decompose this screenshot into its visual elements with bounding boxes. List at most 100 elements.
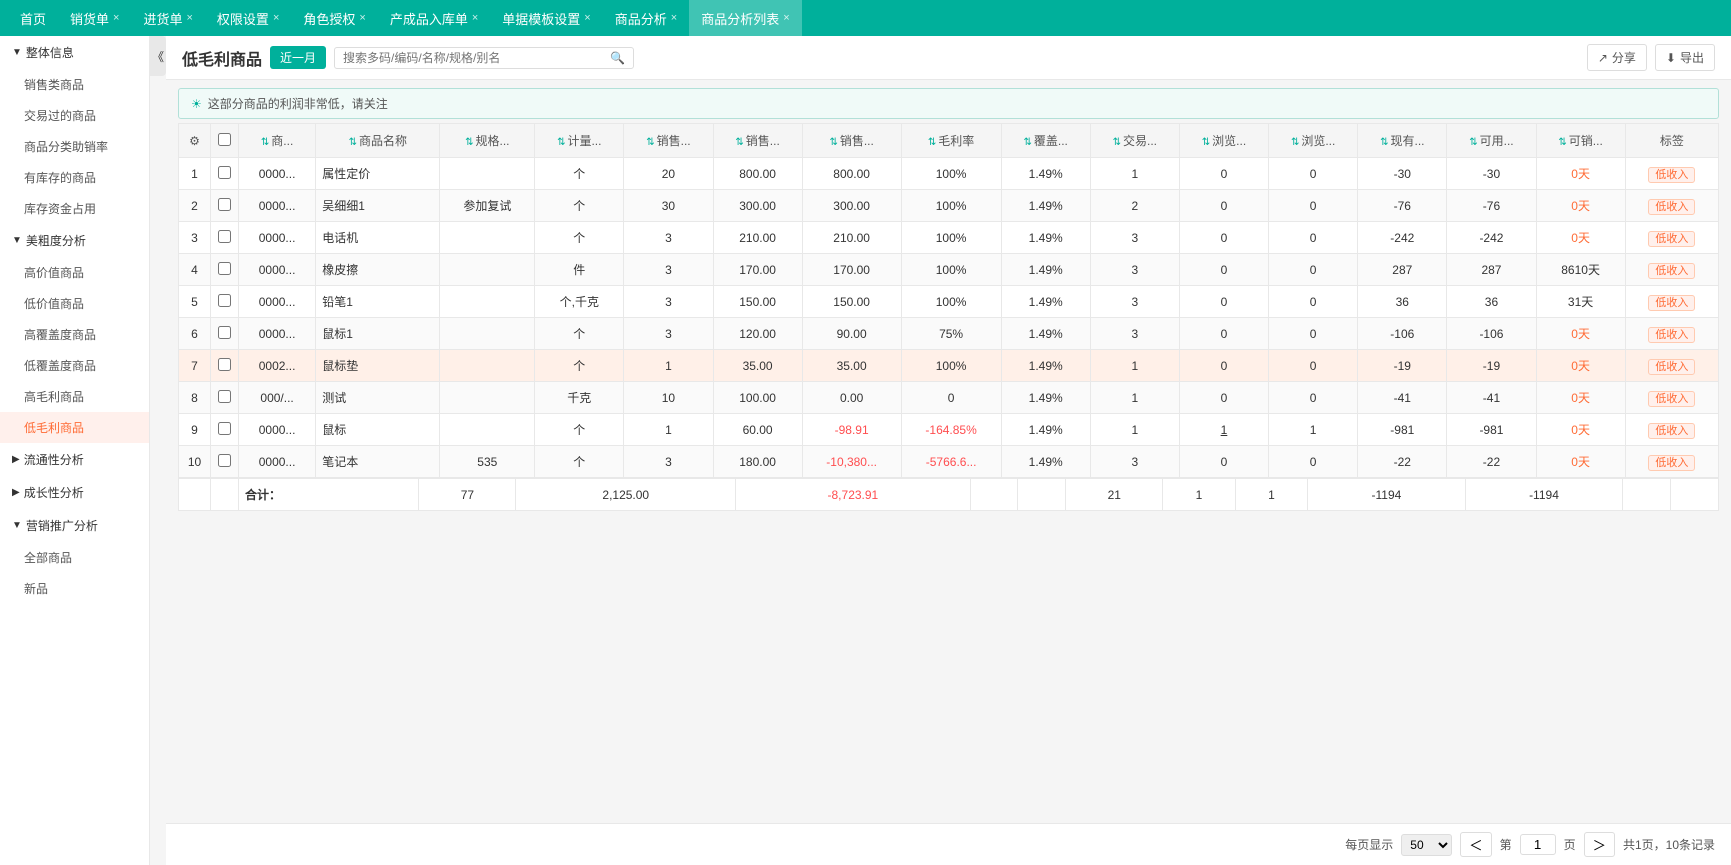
col-available[interactable]: ⇅可用...: [1447, 124, 1536, 158]
row-checkbox[interactable]: [211, 382, 239, 414]
sidebar-group-marketing[interactable]: ▼ 营销推广分析: [0, 509, 149, 542]
col-browse1[interactable]: ⇅浏览...: [1179, 124, 1268, 158]
sidebar-item-new-goods[interactable]: 新品: [0, 573, 149, 604]
sidebar-collapse-btn[interactable]: 《: [150, 36, 166, 76]
row-sales-qty: 3: [624, 222, 713, 254]
row-select-checkbox[interactable]: [218, 390, 231, 403]
nav-goods-analysis-close[interactable]: ×: [671, 12, 677, 24]
row-unit: 件: [535, 254, 624, 286]
sidebar-group-quality[interactable]: ▼ 美粗度分析: [0, 224, 149, 257]
col-name[interactable]: ⇅商品名称: [316, 124, 440, 158]
row-select-checkbox[interactable]: [218, 166, 231, 179]
row-select-checkbox[interactable]: [218, 358, 231, 371]
page-number-input[interactable]: [1520, 834, 1556, 855]
sidebar-item-category-rate[interactable]: 商品分类助销率: [0, 131, 149, 162]
col-browse2[interactable]: ⇅浏览...: [1269, 124, 1358, 158]
nav-home[interactable]: 首页: [8, 0, 58, 36]
row-checkbox[interactable]: [211, 414, 239, 446]
row-checkbox[interactable]: [211, 222, 239, 254]
col-code[interactable]: ⇅商...: [239, 124, 316, 158]
col-checkbox[interactable]: [211, 124, 239, 158]
select-all-checkbox[interactable]: [218, 133, 231, 146]
col-unit[interactable]: ⇅计量...: [535, 124, 624, 158]
row-checkbox[interactable]: [211, 254, 239, 286]
nav-permissions-close[interactable]: ×: [273, 12, 279, 24]
sidebar-item-stock-funds[interactable]: 库存资金占用: [0, 193, 149, 224]
nav-goods-analysis[interactable]: 商品分析 ×: [603, 0, 689, 36]
row-sales-price: 180.00: [713, 446, 802, 478]
nav-roles-close[interactable]: ×: [359, 12, 365, 24]
sidebar-item-low-margin[interactable]: 低毛利商品: [0, 412, 149, 443]
per-page-select[interactable]: 50 20 100: [1401, 834, 1452, 856]
nav-roles[interactable]: 角色授权 ×: [291, 0, 377, 36]
nav-purchase-close[interactable]: ×: [186, 12, 192, 24]
nav-sales-close[interactable]: ×: [113, 12, 119, 24]
col-settings[interactable]: ⚙: [179, 124, 211, 158]
col-gross-margin[interactable]: ⇅毛利率: [901, 124, 1001, 158]
nav-purchase[interactable]: 进货单 ×: [131, 0, 204, 36]
sidebar-item-high-coverage[interactable]: 高覆盖度商品: [0, 319, 149, 350]
row-name[interactable]: 电话机: [316, 222, 440, 254]
nav-product-in[interactable]: 产成品入库单 ×: [378, 0, 490, 36]
row-select-checkbox[interactable]: [218, 454, 231, 467]
col-sales-price[interactable]: ⇅销售...: [713, 124, 802, 158]
prev-page-btn[interactable]: ＜: [1460, 832, 1491, 857]
sidebar-item-high-value[interactable]: 高价值商品: [0, 257, 149, 288]
col-sales-qty[interactable]: ⇅销售...: [624, 124, 713, 158]
share-btn[interactable]: ↗ 分享: [1587, 44, 1647, 71]
row-salable: 8610天: [1536, 254, 1625, 286]
col-deal[interactable]: ⇅交易...: [1090, 124, 1179, 158]
row-select-checkbox[interactable]: [218, 198, 231, 211]
row-name[interactable]: 橡皮擦: [316, 254, 440, 286]
row-name[interactable]: 吴细细1: [316, 190, 440, 222]
row-name[interactable]: 笔记本: [316, 446, 440, 478]
row-select-checkbox[interactable]: [218, 294, 231, 307]
row-select-checkbox[interactable]: [218, 422, 231, 435]
row-select-checkbox[interactable]: [218, 230, 231, 243]
row-name[interactable]: 鼠标: [316, 414, 440, 446]
row-select-checkbox[interactable]: [218, 326, 231, 339]
col-spec[interactable]: ⇅规格...: [440, 124, 535, 158]
row-checkbox[interactable]: [211, 158, 239, 190]
nav-template[interactable]: 单据模板设置 ×: [490, 0, 602, 36]
export-btn[interactable]: ⬇ 导出: [1655, 44, 1715, 71]
row-name[interactable]: 鼠标垫: [316, 350, 440, 382]
row-sales-amount: 150.00: [802, 286, 901, 318]
sidebar-item-high-margin[interactable]: 高毛利商品: [0, 381, 149, 412]
sidebar-group-growth[interactable]: ▶ 成长性分析: [0, 476, 149, 509]
sidebar-group-overall[interactable]: ▼ 整体信息: [0, 36, 149, 69]
col-sales-amount[interactable]: ⇅销售...: [802, 124, 901, 158]
row-checkbox[interactable]: [211, 446, 239, 478]
row-name[interactable]: 属性定价: [316, 158, 440, 190]
row-checkbox[interactable]: [211, 190, 239, 222]
row-name[interactable]: 鼠标1: [316, 318, 440, 350]
nav-product-close[interactable]: ×: [472, 12, 478, 24]
col-coverage[interactable]: ⇅覆盖...: [1001, 124, 1090, 158]
nav-template-close[interactable]: ×: [584, 12, 590, 24]
sidebar-item-sales-goods[interactable]: 销售类商品: [0, 69, 149, 100]
sidebar-item-instock-goods[interactable]: 有库存的商品: [0, 162, 149, 193]
next-page-btn[interactable]: ＞: [1584, 832, 1615, 857]
sidebar-item-low-value[interactable]: 低价值商品: [0, 288, 149, 319]
row-select-checkbox[interactable]: [218, 262, 231, 275]
col-tag[interactable]: 标签: [1625, 124, 1718, 158]
search-icon[interactable]: 🔍: [610, 51, 625, 65]
search-input[interactable]: [343, 51, 610, 65]
sidebar-item-low-coverage[interactable]: 低覆盖度商品: [0, 350, 149, 381]
col-salable[interactable]: ⇅可销...: [1536, 124, 1625, 158]
row-checkbox[interactable]: [211, 350, 239, 382]
row-name[interactable]: 铅笔1: [316, 286, 440, 318]
row-checkbox[interactable]: [211, 318, 239, 350]
col-current[interactable]: ⇅现有...: [1358, 124, 1447, 158]
row-name[interactable]: 测试: [316, 382, 440, 414]
nav-sales[interactable]: 销货单 ×: [58, 0, 131, 36]
filter-recent-month-btn[interactable]: 近一月: [270, 46, 326, 69]
nav-permissions[interactable]: 权限设置 ×: [205, 0, 291, 36]
sidebar-item-all-goods[interactable]: 全部商品: [0, 542, 149, 573]
row-checkbox[interactable]: [211, 286, 239, 318]
row-browse1[interactable]: 1: [1179, 414, 1268, 446]
sidebar-group-flow[interactable]: ▶ 流通性分析: [0, 443, 149, 476]
nav-goods-list[interactable]: 商品分析列表 ×: [689, 0, 801, 36]
sidebar-item-traded-goods[interactable]: 交易过的商品: [0, 100, 149, 131]
nav-goods-list-close[interactable]: ×: [783, 12, 789, 24]
